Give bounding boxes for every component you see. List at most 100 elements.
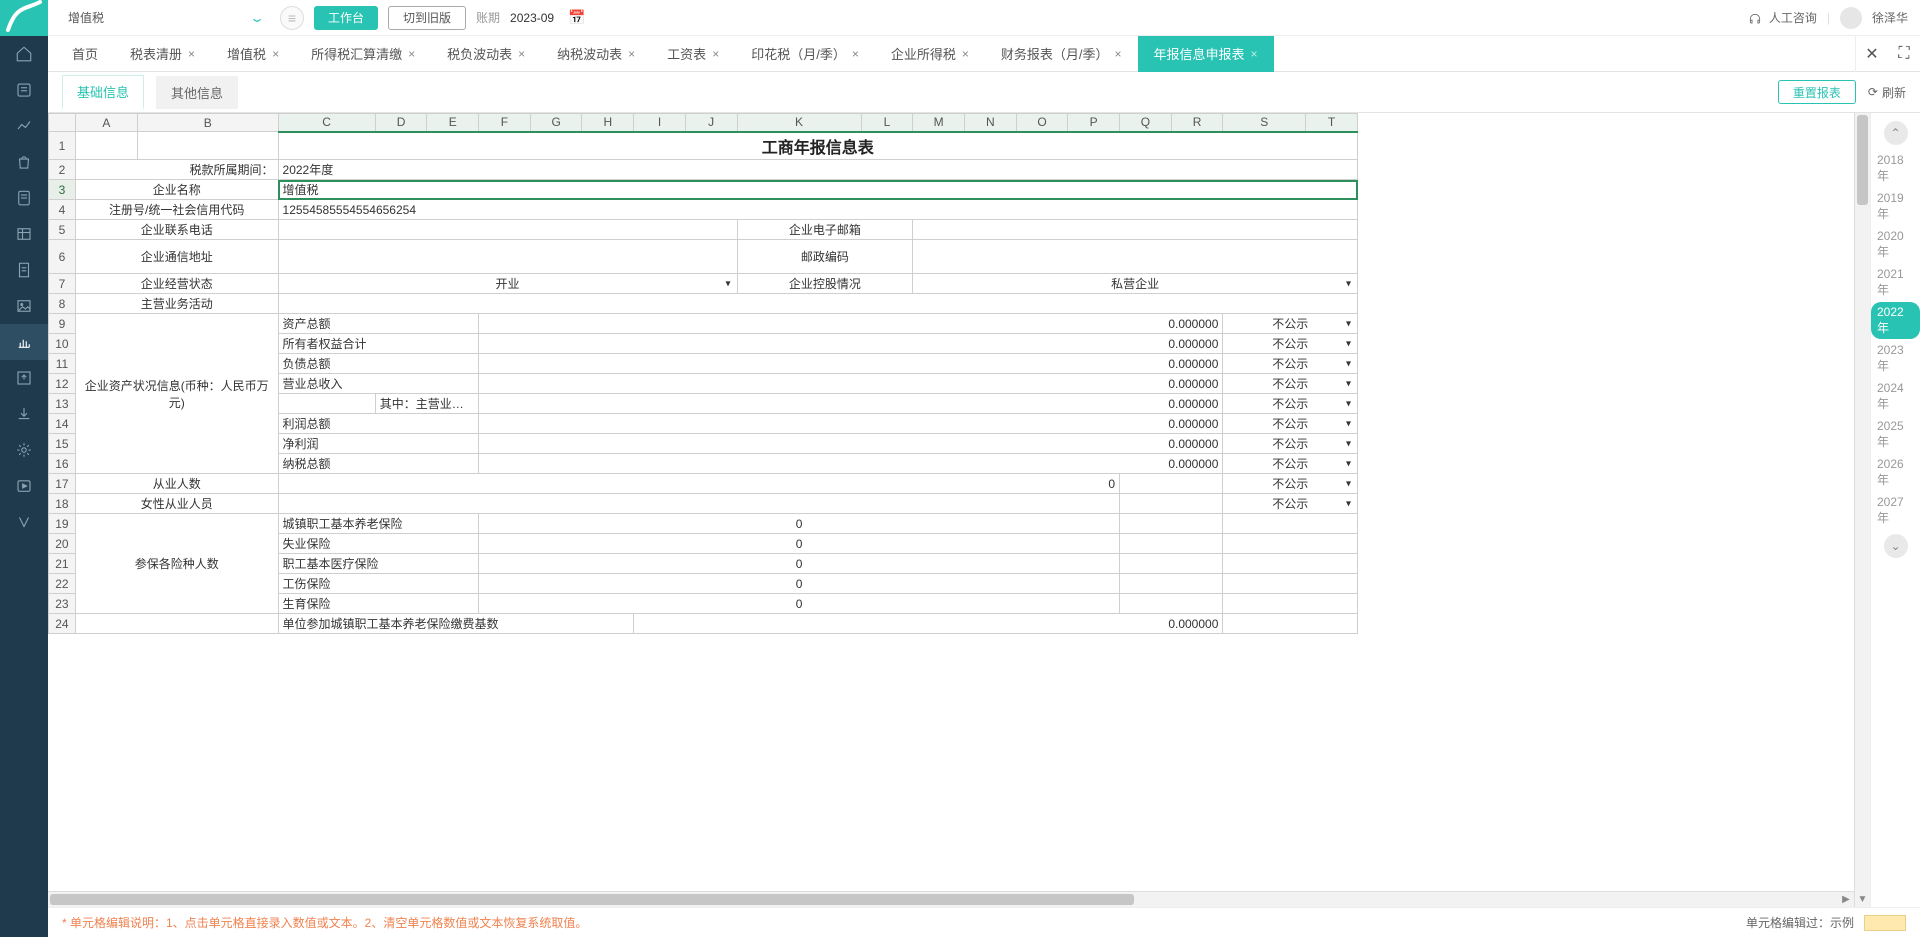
grid-area[interactable]: A B C D E F G H I J K L <box>48 113 1854 891</box>
company-name-cell[interactable]: 增值税 <box>278 180 1357 200</box>
asset-value-cell[interactable]: 0.000000 <box>479 434 1223 454</box>
col-J[interactable]: J <box>685 114 737 132</box>
phone-cell[interactable] <box>278 220 737 240</box>
unit-base-value-cell[interactable]: 0.000000 <box>634 614 1223 634</box>
tab-3[interactable]: 所得税汇算清缴× <box>295 36 431 72</box>
row-header[interactable]: 19 <box>49 514 76 534</box>
visibility-select[interactable]: 不公示 <box>1223 454 1358 474</box>
visibility-select[interactable]: 不公示 <box>1223 334 1358 354</box>
insurance-value-cell[interactable]: 0 <box>479 554 1120 574</box>
nav-export-icon[interactable] <box>0 360 48 396</box>
hscroll-thumb[interactable] <box>50 894 1134 905</box>
row-header[interactable]: 20 <box>49 534 76 554</box>
col-O[interactable]: O <box>1016 114 1068 132</box>
year-item[interactable]: 2022年 <box>1871 302 1920 339</box>
asset-value-cell[interactable]: 0.000000 <box>479 454 1223 474</box>
tab-0[interactable]: 首页 <box>56 36 114 72</box>
col-S[interactable]: S <box>1223 114 1306 132</box>
col-F[interactable]: F <box>479 114 531 132</box>
row-header[interactable]: 9 <box>49 314 76 334</box>
visibility-select[interactable]: 不公示 <box>1223 434 1358 454</box>
female-value-cell[interactable] <box>278 494 1120 514</box>
switch-old-button[interactable]: 切到旧版 <box>388 6 466 30</box>
holding-select[interactable]: 私营企业 <box>913 274 1358 294</box>
year-item[interactable]: 2024年 <box>1871 378 1920 415</box>
calendar-icon[interactable]: 📅 <box>568 9 585 26</box>
nav-bag-icon[interactable] <box>0 144 48 180</box>
row-header[interactable]: 8 <box>49 294 76 314</box>
col-D[interactable]: D <box>375 114 427 132</box>
year-item[interactable]: 2023年 <box>1871 340 1920 377</box>
tab-6[interactable]: 工资表× <box>651 36 735 72</box>
row-header[interactable]: 10 <box>49 334 76 354</box>
main-biz-cell[interactable] <box>278 294 1357 314</box>
visibility-select[interactable]: 不公示 <box>1223 474 1358 494</box>
row-header[interactable]: 11 <box>49 354 76 374</box>
asset-value-cell[interactable]: 0.000000 <box>479 314 1223 334</box>
horizontal-scrollbar[interactable]: ◀ ▶ <box>48 891 1854 907</box>
user-name[interactable]: 徐泽华 <box>1872 9 1908 26</box>
tab-fullscreen-icon[interactable]: ⛶ <box>1888 36 1920 72</box>
col-Q[interactable]: Q <box>1120 114 1172 132</box>
col-C[interactable]: C <box>278 114 375 132</box>
tab-1[interactable]: 税表清册× <box>114 36 211 72</box>
year-rail-down-icon[interactable]: ⌄ <box>1884 534 1908 558</box>
row-header[interactable]: 13 <box>49 394 76 414</box>
visibility-select[interactable]: 不公示 <box>1223 414 1358 434</box>
nav-download-icon[interactable] <box>0 396 48 432</box>
close-icon[interactable]: × <box>712 47 719 61</box>
vscroll-thumb[interactable] <box>1857 115 1868 205</box>
hscroll-right-icon[interactable]: ▶ <box>1838 892 1854 907</box>
asset-value-cell[interactable]: 0.000000 <box>479 354 1223 374</box>
period-value[interactable]: 2023-09 <box>510 11 554 25</box>
nav-gear-icon[interactable] <box>0 432 48 468</box>
corner-cell[interactable] <box>49 114 76 132</box>
year-item[interactable]: 2027年 <box>1871 492 1920 529</box>
row-header[interactable]: 12 <box>49 374 76 394</box>
tab-5[interactable]: 纳税波动表× <box>541 36 651 72</box>
tab-4[interactable]: 税负波动表× <box>431 36 541 72</box>
year-item[interactable]: 2019年 <box>1871 188 1920 225</box>
row-header[interactable]: 21 <box>49 554 76 574</box>
asset-value-cell[interactable]: 0.000000 <box>479 374 1223 394</box>
close-icon[interactable]: × <box>272 47 279 61</box>
year-item[interactable]: 2025年 <box>1871 416 1920 453</box>
nav-vee-icon[interactable] <box>0 504 48 540</box>
nav-invoice-icon[interactable] <box>0 252 48 288</box>
vertical-scrollbar[interactable]: ▲ ▼ <box>1854 113 1870 907</box>
tab-9[interactable]: 财务报表（月/季）× <box>985 36 1138 72</box>
tab-close-all-icon[interactable]: ✕ <box>1856 36 1888 72</box>
visibility-select[interactable]: 不公示 <box>1223 354 1358 374</box>
doc-header-button[interactable]: ≡ <box>280 6 304 30</box>
tab-8[interactable]: 企业所得税× <box>875 36 985 72</box>
email-cell[interactable] <box>913 220 1358 240</box>
vscroll-down-icon[interactable]: ▼ <box>1855 891 1870 907</box>
close-icon[interactable]: × <box>628 47 635 61</box>
col-B[interactable]: B <box>137 114 278 132</box>
addr-cell[interactable] <box>278 240 737 274</box>
col-A[interactable]: A <box>75 114 137 132</box>
visibility-select[interactable]: 不公示 <box>1223 394 1358 414</box>
asset-value-cell[interactable]: 0.000000 <box>479 414 1223 434</box>
reset-report-button[interactable]: 重置报表 <box>1778 80 1856 104</box>
col-I[interactable]: I <box>634 114 686 132</box>
col-L[interactable]: L <box>861 114 913 132</box>
period-value[interactable]: 2022年度 <box>278 160 1357 180</box>
year-item[interactable]: 2018年 <box>1871 150 1920 187</box>
close-icon[interactable]: × <box>1115 47 1122 61</box>
visibility-select[interactable]: 不公示 <box>1223 494 1358 514</box>
close-icon[interactable]: × <box>852 47 859 61</box>
col-P[interactable]: P <box>1068 114 1120 132</box>
row-header[interactable]: 4 <box>49 200 76 220</box>
row-header[interactable]: 24 <box>49 614 76 634</box>
row-header[interactable]: 1 <box>49 132 76 160</box>
row-header[interactable]: 7 <box>49 274 76 294</box>
postcode-cell[interactable] <box>913 240 1358 274</box>
year-rail-up-icon[interactable]: ⌃ <box>1884 121 1908 145</box>
reg-code-cell[interactable]: 12554585554554656254 <box>278 200 1357 220</box>
workspace-button[interactable]: 工作台 <box>314 6 378 30</box>
insurance-value-cell[interactable]: 0 <box>479 594 1120 614</box>
nav-doc-icon[interactable] <box>0 180 48 216</box>
nav-image-icon[interactable] <box>0 288 48 324</box>
row-header[interactable]: 6 <box>49 240 76 274</box>
